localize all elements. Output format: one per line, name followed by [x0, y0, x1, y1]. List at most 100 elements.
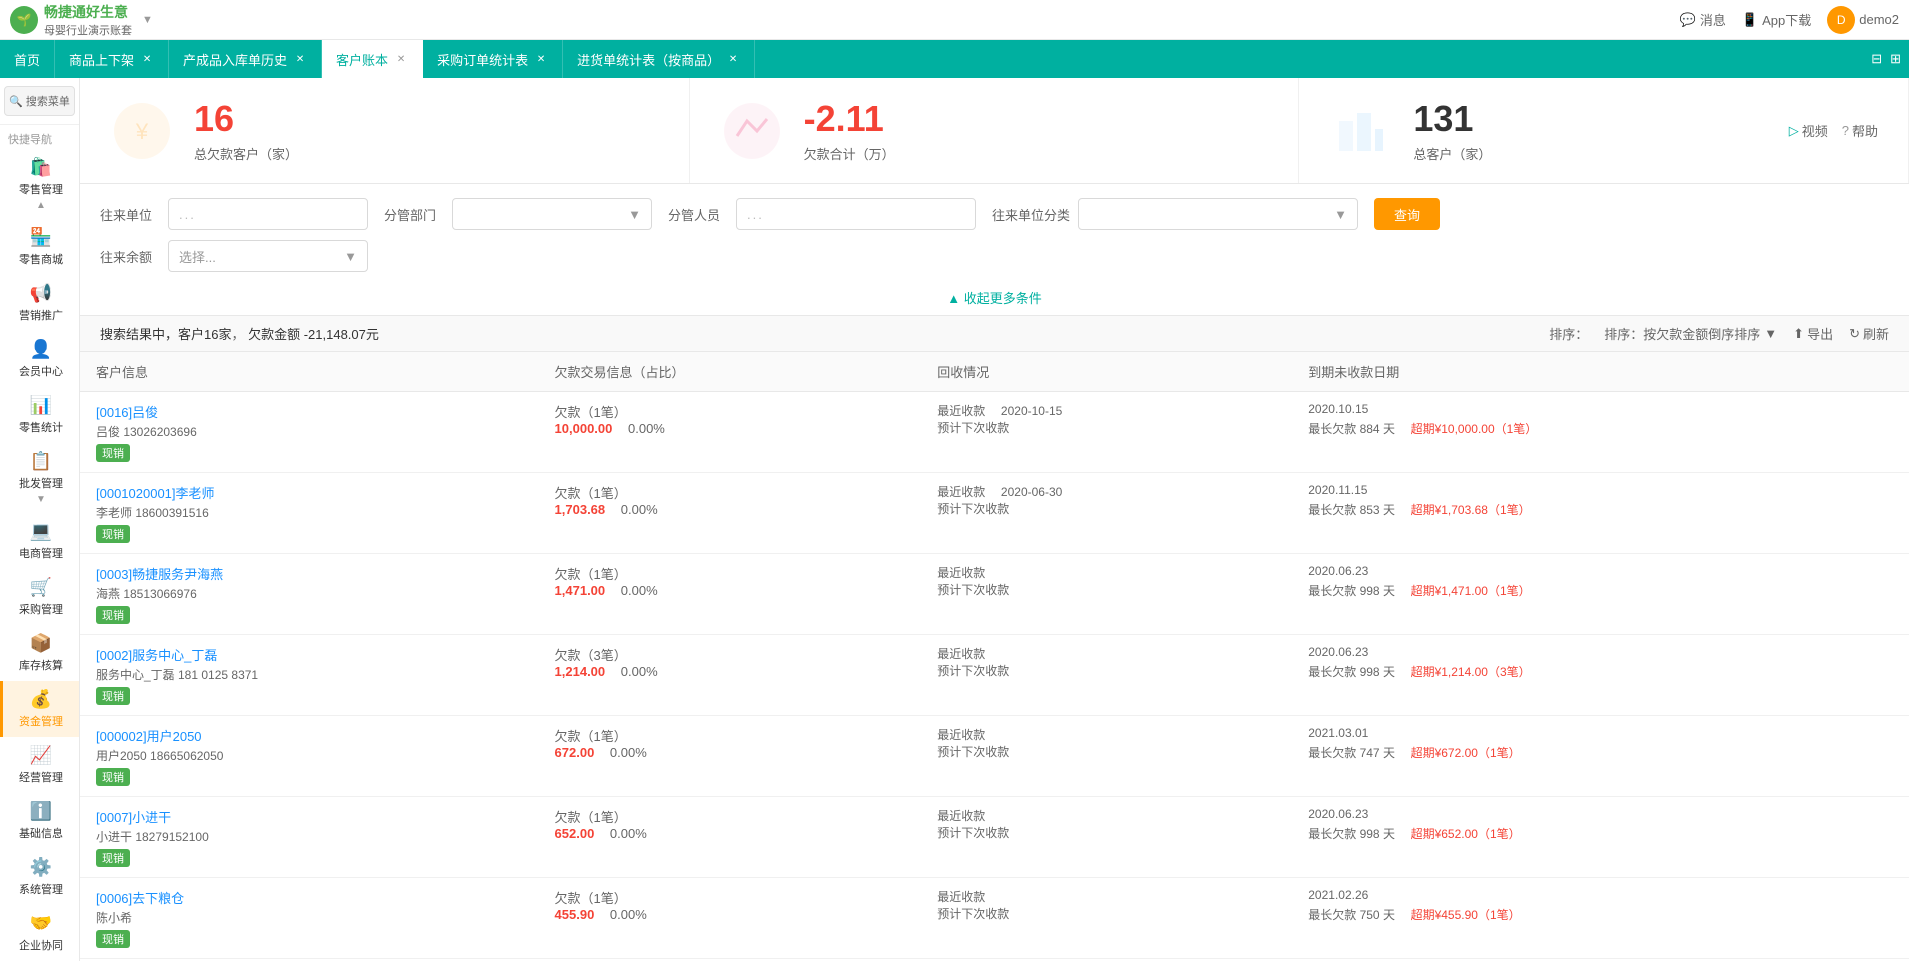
- arrear-percent: 0.00%: [621, 583, 658, 598]
- overdue-link[interactable]: 超期¥1,703.68（1笔）: [1411, 503, 1531, 517]
- arrear-amount[interactable]: 672.00: [555, 745, 595, 760]
- last-collection-date: 2020-10-15: [989, 404, 1062, 418]
- tab-purchase-summary[interactable]: 采购订单统计表 ✕: [423, 40, 563, 78]
- arrear-cell: 欠款（1笔） 672.00 0.00%: [539, 716, 922, 797]
- arrear-amount[interactable]: 1,703.68: [555, 502, 606, 517]
- tab-product-history[interactable]: 产成品入库单历史 ✕: [169, 40, 322, 78]
- sidebar-item-enterprise[interactable]: 🤝 企业协同: [0, 905, 79, 961]
- sidebar-item-basic[interactable]: ℹ️ 基础信息: [0, 793, 79, 849]
- customer-name[interactable]: [0007]小进干: [96, 807, 523, 826]
- customer-name[interactable]: [0001020001]李老师: [96, 483, 523, 502]
- sidebar-item-purchase-mgmt[interactable]: 🛒 采购管理: [0, 569, 79, 625]
- chevron-down-icon-unitclass: ▼: [1334, 207, 1347, 222]
- sidebar-item-retail-stats[interactable]: 📊 零售统计: [0, 387, 79, 443]
- close-tab-product-history[interactable]: ✕: [293, 52, 307, 66]
- arrear-amount[interactable]: 10,000.00: [555, 421, 613, 436]
- tab-expand-icon[interactable]: ⊞: [1890, 51, 1901, 67]
- customer-name[interactable]: [0003]畅捷服务尹海燕: [96, 564, 523, 583]
- overdue-days: 最长欠款 884 天: [1308, 422, 1407, 436]
- filter-collapse-btn[interactable]: ▲ 收起更多条件: [100, 282, 1889, 315]
- sidebar-item-system[interactable]: ⚙️ 系统管理: [0, 849, 79, 905]
- export-btn[interactable]: ⬆ 导出: [1793, 324, 1833, 343]
- close-tab-customer-account[interactable]: ✕: [394, 52, 408, 66]
- overdue-link[interactable]: 超期¥1,214.00（3笔）: [1411, 665, 1531, 679]
- sidebar-item-member[interactable]: 👤 会员中心: [0, 331, 79, 387]
- overdue-link[interactable]: 超期¥652.00（1笔）: [1411, 827, 1521, 841]
- customer-tag: 现销: [96, 849, 130, 867]
- customer-name[interactable]: [0006]去下粮仓: [96, 888, 523, 907]
- sidebar-item-ops[interactable]: 📈 经营管理: [0, 737, 79, 793]
- stat-card-debt-total: -2.11 欠款合计（万）: [690, 78, 1300, 183]
- help-btn[interactable]: ? 帮助: [1842, 121, 1878, 140]
- overdue-link[interactable]: 超期¥1,471.00（1笔）: [1411, 584, 1531, 598]
- person-input[interactable]: ...: [736, 198, 976, 230]
- retail-stats-icon: 📊: [30, 395, 52, 416]
- table-header-row: 客户信息 欠款交易信息（占比） 回收情况 到期未收款日期: [80, 352, 1909, 392]
- sort-select[interactable]: 排序：按欠款金额倒序排序 ▼: [1604, 324, 1777, 343]
- help-icon: ?: [1842, 123, 1849, 138]
- arrear-amount[interactable]: 455.90: [555, 907, 595, 922]
- balance-select[interactable]: 选择... ▼: [168, 240, 368, 272]
- user-area[interactable]: D demo2: [1827, 6, 1899, 34]
- stats-row: ¥ 16 总欠款客户（家）: [80, 78, 1909, 184]
- dept-select[interactable]: ▼: [452, 198, 652, 230]
- collection-cell: 最近收款 预计下次收款: [921, 797, 1292, 878]
- arrear-label: 欠款（1笔）: [555, 483, 906, 502]
- tab-customer-account[interactable]: 客户账本 ✕: [322, 40, 423, 78]
- customer-name[interactable]: [000002]用户2050: [96, 726, 523, 745]
- table-container: 客户信息 欠款交易信息（占比） 回收情况 到期未收款日期 [0016]吕俊 吕俊…: [80, 352, 1909, 961]
- close-tab-purchase-summary[interactable]: ✕: [534, 52, 548, 66]
- close-tab-stock-summary[interactable]: ✕: [726, 52, 740, 66]
- last-collection-label: 最近收款: [937, 728, 985, 742]
- customer-name[interactable]: [0002]服务中心_丁磊: [96, 645, 523, 664]
- customer-info-cell: [0016]吕俊 吕俊 13026203696 现销: [80, 392, 539, 473]
- tab-bar: 首页 商品上下架 ✕ 产成品入库单历史 ✕ 客户账本 ✕ 采购订单统计表 ✕ 进…: [0, 40, 1909, 78]
- tab-product-offline[interactable]: 商品上下架 ✕: [55, 40, 169, 78]
- next-collection-label: 预计下次收款: [937, 419, 1276, 436]
- refresh-btn[interactable]: ↻ 刷新: [1849, 324, 1889, 343]
- svg-text:¥: ¥: [135, 119, 149, 144]
- col-header-arrear: 欠款交易信息（占比）: [539, 352, 922, 392]
- overdue-cell: 2020.06.23 最长欠款 998 天 超期¥1,214.00（3笔）: [1292, 635, 1909, 716]
- customer-tag: 现销: [96, 930, 130, 948]
- overdue-link[interactable]: 超期¥10,000.00（1笔）: [1411, 422, 1538, 436]
- from-unit-input[interactable]: ...: [168, 198, 368, 230]
- collection-cell: 最近收款 2020-10-15 预计下次收款: [921, 392, 1292, 473]
- chevron-down-icon-dept: ▼: [628, 207, 641, 222]
- arrear-amount[interactable]: 1,471.00: [555, 583, 606, 598]
- last-collection-label: 最近收款: [937, 404, 985, 418]
- tab-stock-summary[interactable]: 进货单统计表（按商品） ✕: [563, 40, 755, 78]
- app-download-btn[interactable]: 📱 App下载: [1742, 10, 1811, 29]
- sidebar-item-batch-mgmt[interactable]: 📋 批发管理 ▼: [0, 443, 79, 513]
- arrear-label: 欠款（1笔）: [555, 807, 906, 826]
- next-collection-label: 预计下次收款: [937, 743, 1276, 760]
- video-btn[interactable]: ▷ 视频: [1789, 121, 1828, 140]
- unit-class-select[interactable]: ▼: [1078, 198, 1358, 230]
- chevron-down-icon-balance: ▼: [344, 249, 357, 264]
- sidebar-item-retail-mgmt[interactable]: 🛍️ 零售管理 ▲: [0, 149, 79, 219]
- sidebar-item-ecommerce[interactable]: 💻 电商管理: [0, 513, 79, 569]
- sidebar-item-marketing[interactable]: 📢 营销推广: [0, 275, 79, 331]
- overdue-link[interactable]: 超期¥455.90（1笔）: [1411, 908, 1521, 922]
- overdue-days: 最长欠款 747 天: [1308, 746, 1407, 760]
- customer-name[interactable]: [0016]吕俊: [96, 402, 523, 421]
- sidebar-item-inventory[interactable]: 📦 库存核算: [0, 625, 79, 681]
- tab-home[interactable]: 首页: [0, 40, 55, 78]
- arrear-amount[interactable]: 1,214.00: [555, 664, 606, 679]
- refresh-icon: ↻: [1849, 326, 1860, 342]
- arrear-amount[interactable]: 652.00: [555, 826, 595, 841]
- stat-card-debt-customers: ¥ 16 总欠款客户（家）: [80, 78, 690, 183]
- collection-cell: 最近收款 预计下次收款: [921, 878, 1292, 959]
- arrear-cell: 欠款（1笔） 10,000.00 0.00%: [539, 392, 922, 473]
- filter-balance: 往来余额 选择... ▼: [100, 240, 368, 272]
- sidebar-item-retail-store[interactable]: 🏪 零售商城: [0, 219, 79, 275]
- sidebar-item-finance[interactable]: 💰 资金管理: [0, 681, 79, 737]
- message-btn[interactable]: 💬 消息: [1680, 10, 1726, 29]
- collection-cell: 最近收款 预计下次收款: [921, 554, 1292, 635]
- query-button[interactable]: 查询: [1374, 198, 1440, 230]
- sidebar-search-btn[interactable]: 🔍 搜索菜单: [4, 86, 75, 116]
- arrear-cell: 欠款（3笔） 1,214.00 0.00%: [539, 635, 922, 716]
- tab-minimize-icon[interactable]: ⊟: [1871, 51, 1882, 67]
- close-tab-product-offline[interactable]: ✕: [140, 52, 154, 66]
- overdue-link[interactable]: 超期¥672.00（1笔）: [1411, 746, 1521, 760]
